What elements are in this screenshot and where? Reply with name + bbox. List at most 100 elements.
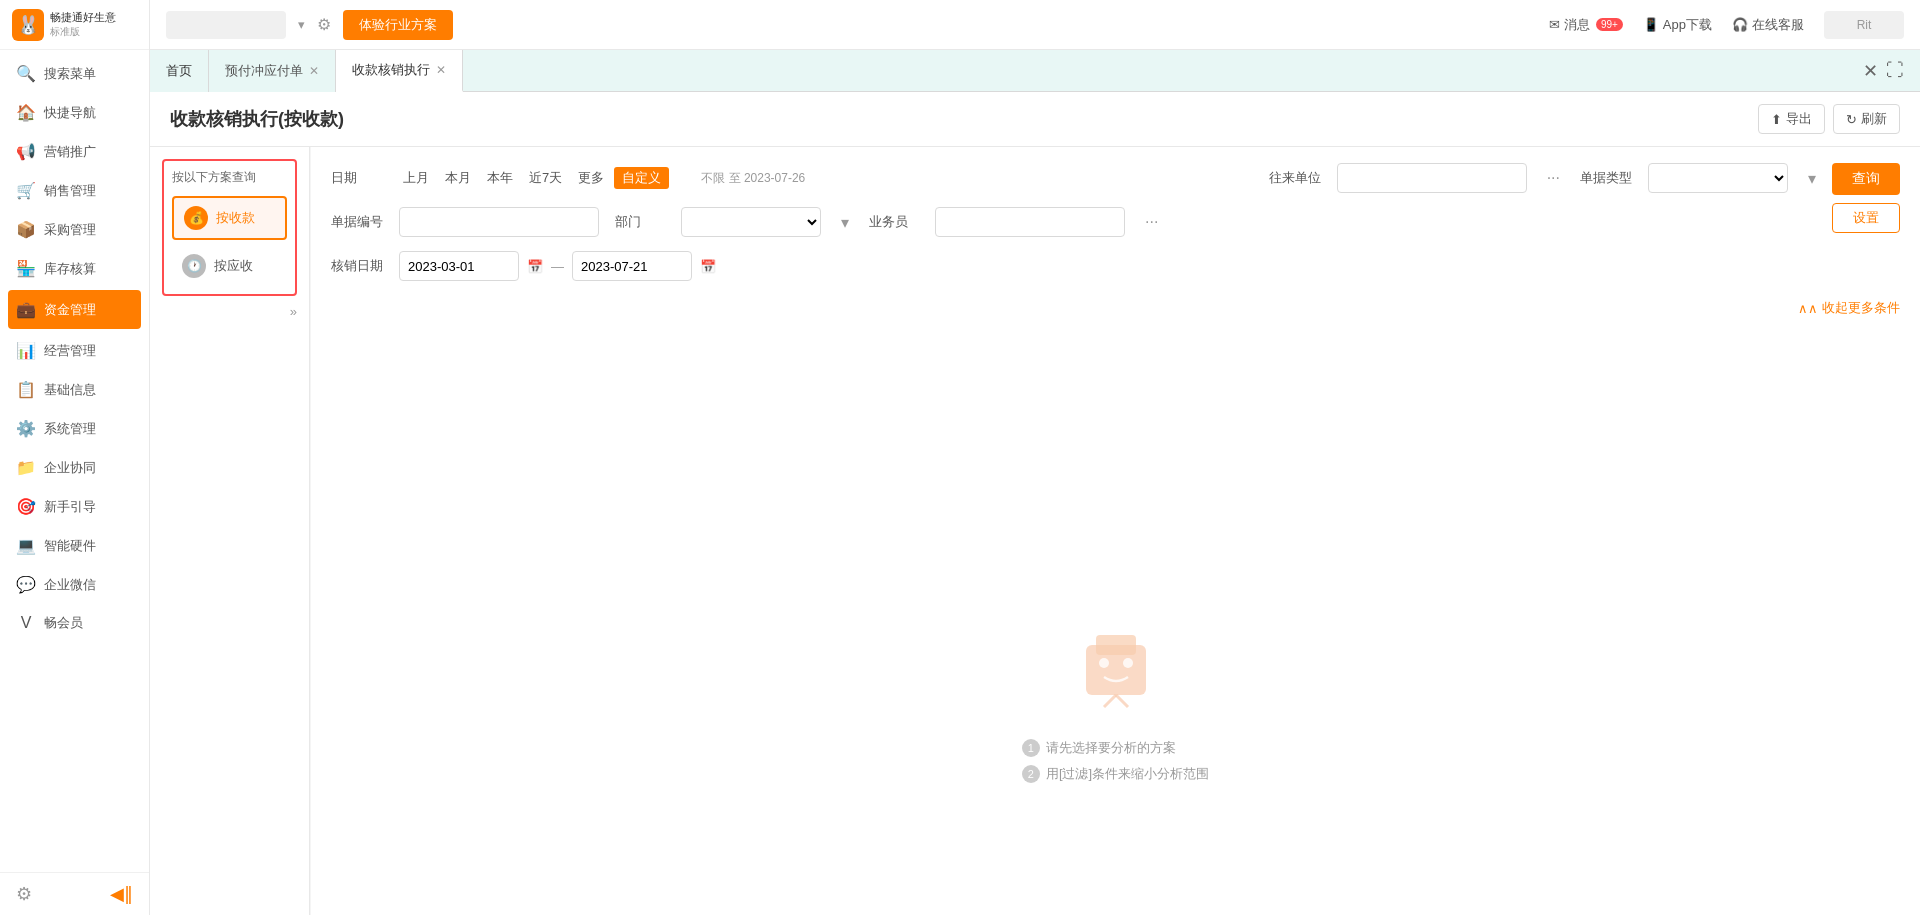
purchase-icon: 📦 [16,220,36,239]
empty-illustration [1066,615,1166,715]
user-avatar[interactable]: Rit [1824,11,1904,39]
sidebar-label-operations: 经营管理 [44,342,96,360]
svg-point-3 [1123,658,1133,668]
left-panel-wrapper: 按以下方案查询 💰 按收款 🕐 按应收 [162,159,297,296]
date-unlimit: 不限 至 2023-07-26 [701,171,805,185]
verify-date-end[interactable] [572,251,692,281]
panel-item-by-receipt[interactable]: 💰 按收款 [172,196,287,240]
date-last-month[interactable]: 上月 [397,167,435,189]
sidebar-item-quicknav[interactable]: 🏠 快捷导航 [0,93,149,132]
sidebar-item-collab[interactable]: 📁 企业协同 [0,448,149,487]
date-label: 日期 [331,169,381,187]
collapse-sidebar-btn[interactable]: ◀‖ [110,883,133,905]
operations-icon: 📊 [16,341,36,360]
tab-home-label: 首页 [166,62,192,80]
page-title-row: 收款核销执行(按收款) ⬆ 导出 ↻ 刷新 [170,104,1900,134]
tab-writeoff[interactable]: 收款核销执行 ✕ [336,50,463,92]
messages-btn[interactable]: ✉ 消息 99+ [1549,16,1623,34]
sidebar-item-purchase[interactable]: 📦 采购管理 [0,210,149,249]
page-actions: ⬆ 导出 ↻ 刷新 [1758,104,1900,134]
sidebar-item-guide[interactable]: 🎯 新手引导 [0,487,149,526]
sidebar-item-finance[interactable]: 💼 资金管理 [8,290,141,329]
doc-no-label: 单据编号 [331,213,383,231]
staff-input[interactable] [935,207,1125,237]
counterpart-dots-icon[interactable]: ··· [1543,169,1564,187]
query-btn[interactable]: 查询 [1832,163,1900,195]
staff-label: 业务员 [869,213,919,231]
sidebar-item-operations[interactable]: 📊 经营管理 [0,331,149,370]
receivable-icon: 🕐 [182,254,206,278]
settings-bottom-icon[interactable]: ⚙ [16,883,32,905]
svg-rect-1 [1096,635,1136,655]
export-icon: ⬆ [1771,112,1782,127]
app-download-label: App下载 [1663,16,1712,34]
export-btn[interactable]: ⬆ 导出 [1758,104,1825,134]
left-panel: 按以下方案查询 💰 按收款 🕐 按应收 » [150,147,310,915]
sidebar-item-sales[interactable]: 🛒 销售管理 [0,171,149,210]
search-icon: 🔍 [16,64,36,83]
sidebar-item-wechat[interactable]: 💬 企业微信 [0,565,149,604]
hardware-icon: 💻 [16,536,36,555]
sidebar-item-member[interactable]: V 畅会员 [0,604,149,642]
sidebar-item-marketing[interactable]: 📢 营销推广 [0,132,149,171]
app-download-btn[interactable]: 📱 App下载 [1643,16,1712,34]
online-service-btn[interactable]: 🎧 在线客服 [1732,16,1804,34]
panel-item-by-receivable[interactable]: 🕐 按应收 [172,246,287,286]
chevron-up-icon: ∧∧ [1798,301,1818,316]
tabbar-actions: ✕ ⛶ [1863,60,1920,82]
dept-select[interactable] [681,207,821,237]
sidebar-item-search[interactable]: 🔍 搜索菜单 [0,54,149,93]
refresh-btn[interactable]: ↻ 刷新 [1833,104,1900,134]
svg-point-2 [1099,658,1109,668]
sidebar-item-inventory[interactable]: 🏪 库存核算 [0,249,149,288]
date-this-month[interactable]: 本月 [439,167,477,189]
sidebar-label-sales: 销售管理 [44,182,96,200]
counterpart-input[interactable] [1337,163,1527,193]
cal-end-icon[interactable]: 📅 [700,259,716,274]
doc-type-dropdown-icon[interactable]: ▾ [1804,169,1820,188]
doc-type-label: 单据类型 [1580,169,1632,187]
sidebar-item-hardware[interactable]: 💻 智能硬件 [0,526,149,565]
topbar-right: ✉ 消息 99+ 📱 App下载 🎧 在线客服 Rit [1549,11,1904,39]
close-tab-icon[interactable]: ✕ [1863,60,1878,82]
svg-line-4 [1104,695,1116,707]
panel-item-label-receipt: 按收款 [216,209,255,227]
sidebar-item-system[interactable]: ⚙️ 系统管理 [0,409,149,448]
doc-type-select[interactable] [1648,163,1788,193]
messages-label: 消息 [1564,16,1590,34]
marketing-icon: 📢 [16,142,36,161]
tab-prepay-close-icon[interactable]: ✕ [309,64,319,78]
topbar-gear-icon[interactable]: ⚙ [317,15,331,34]
collapse-more-label: 收起更多条件 [1822,299,1900,317]
date-custom[interactable]: 自定义 [614,167,669,189]
sidebar-item-basic[interactable]: 📋 基础信息 [0,370,149,409]
expand-tab-icon[interactable]: ⛶ [1886,60,1904,81]
filter-grid: 日期 上月 本月 本年 近7天 更多 自定义 [331,163,1820,295]
sidebar-label-wechat: 企业微信 [44,576,96,594]
verify-date-label: 核销日期 [331,257,383,275]
empty-state: 1 请先选择要分析的方案 2 用[过滤]条件来缩小分析范围 [311,487,1920,915]
date-this-year[interactable]: 本年 [481,167,519,189]
dept-dropdown-icon[interactable]: ▾ [837,213,853,232]
tab-prepay[interactable]: 预付冲应付单 ✕ [209,50,336,92]
date-more[interactable]: 更多 [572,167,610,189]
collapse-left-panel-btn[interactable]: » [162,304,297,319]
settings-btn[interactable]: 设置 [1832,203,1900,233]
tip-num-2: 2 [1022,765,1040,783]
staff-dots-icon[interactable]: ··· [1141,213,1162,231]
tab-writeoff-close-icon[interactable]: ✕ [436,63,446,77]
sidebar-label-basic: 基础信息 [44,381,96,399]
verify-date-start[interactable] [399,251,519,281]
counterpart-label: 往来单位 [1269,169,1321,187]
tab-home[interactable]: 首页 [150,50,209,92]
verify-date-range: 📅 — 📅 [399,251,716,281]
date-7days[interactable]: 近7天 [523,167,568,189]
collapse-more-btn[interactable]: ∧∧ 收起更多条件 [331,299,1900,317]
filter-row-2: 单据编号 部门 ▾ 业务员 ··· [331,207,1820,237]
cal-start-icon[interactable]: 📅 [527,259,543,274]
sidebar-label-member: 畅会员 [44,614,83,632]
doc-no-input[interactable] [399,207,599,237]
solution-btn[interactable]: 体验行业方案 [343,10,453,40]
main-area: ▾ ⚙ 体验行业方案 ✉ 消息 99+ 📱 App下载 🎧 在线客服 Rit 首… [150,0,1920,915]
dropdown-arrow-icon[interactable]: ▾ [298,17,305,32]
